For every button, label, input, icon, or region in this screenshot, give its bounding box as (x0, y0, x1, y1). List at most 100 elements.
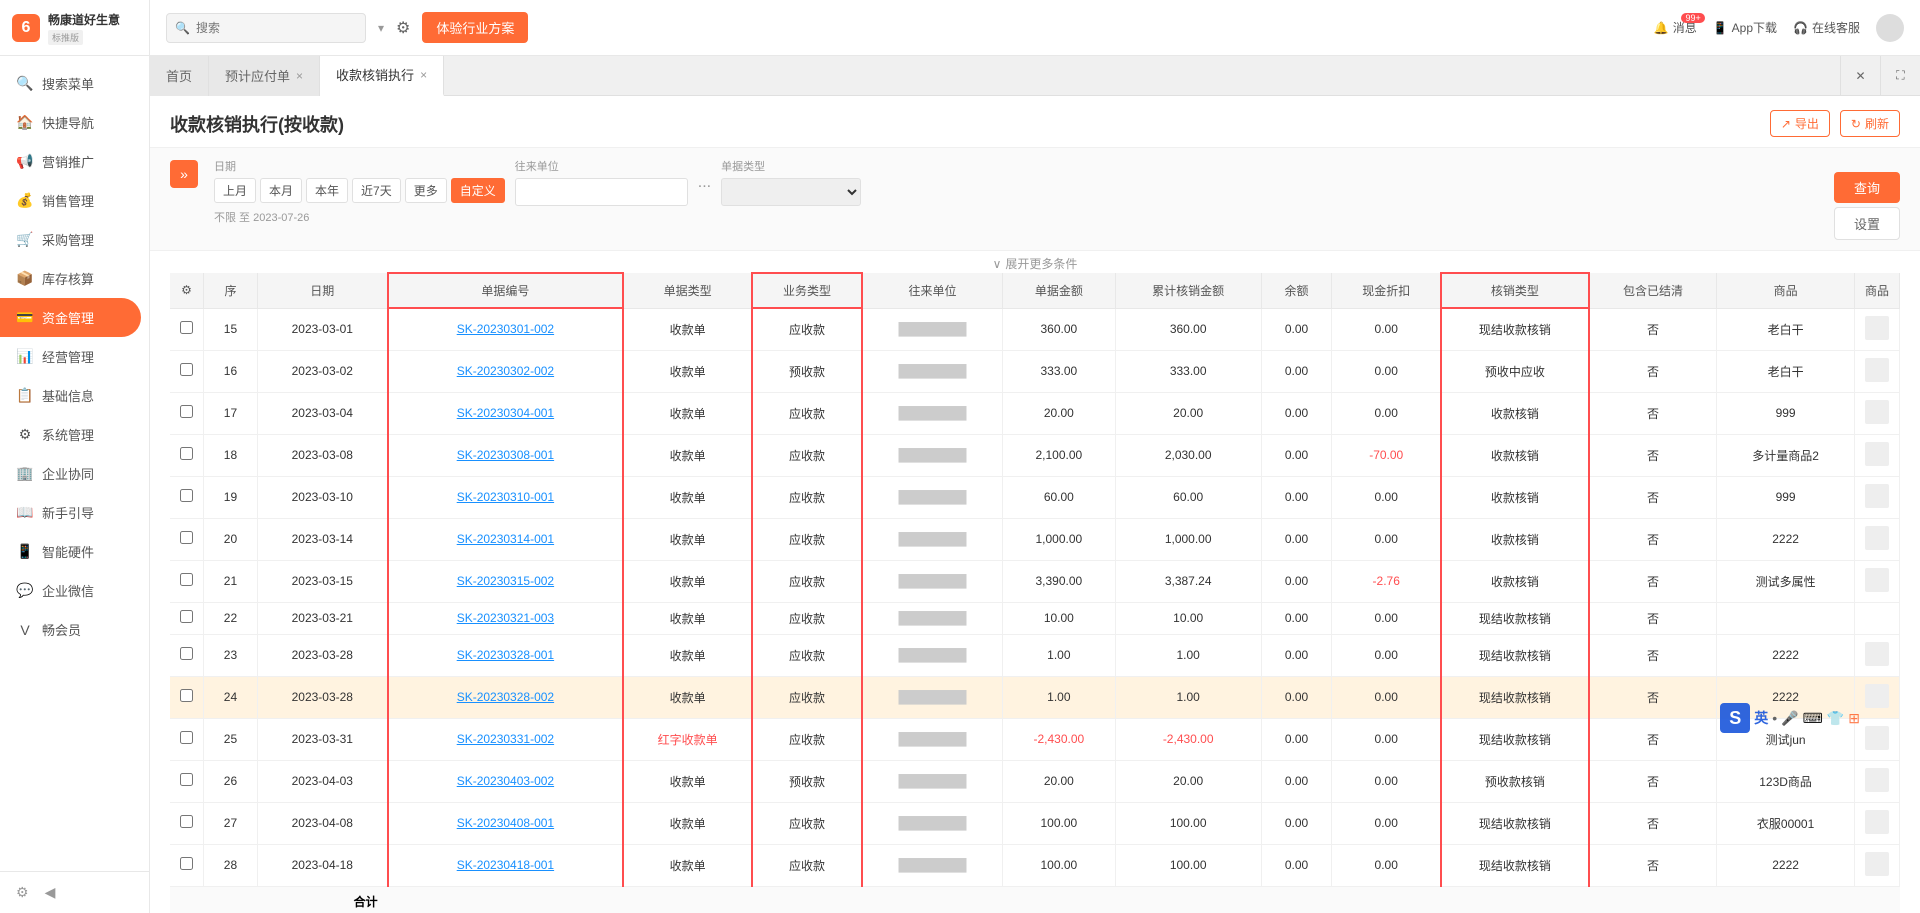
cell-gear[interactable] (170, 518, 204, 560)
search-icon: 🔍 (175, 21, 190, 35)
voucher-no-link[interactable]: SK-20230328-001 (457, 648, 554, 662)
cell-gear[interactable] (170, 802, 204, 844)
filter-custom-btn[interactable]: 自定义 (451, 178, 505, 203)
cell-gear[interactable] (170, 718, 204, 760)
megaphone-icon: 📢 (16, 153, 34, 171)
voucher-no-link[interactable]: SK-20230331-002 (457, 732, 554, 746)
sidebar-item-corp[interactable]: 🏢 企业协同 (0, 454, 149, 493)
cell-gear[interactable] (170, 308, 204, 350)
voucher-no-link[interactable]: SK-20230302-002 (457, 364, 554, 378)
industry-btn[interactable]: 体验行业方案 (422, 12, 528, 43)
sidebar-menu: 🔍 搜索菜单 🏠 快捷导航 📢 营销推广 💰 销售管理 🛒 采购管理 📦 库存核… (0, 56, 149, 871)
filter-toggle-button[interactable]: » (170, 160, 198, 188)
query-button[interactable]: 查询 (1834, 172, 1900, 203)
cell-cash-discount: -70.00 (1332, 434, 1441, 476)
settings-icon[interactable]: ⚙ (396, 18, 410, 38)
tab-close-receivable[interactable]: × (420, 68, 427, 82)
cell-gear[interactable] (170, 392, 204, 434)
sidebar-item-search[interactable]: 🔍 搜索菜单 (0, 64, 149, 103)
filter-this-month-btn[interactable]: 本月 (260, 178, 302, 203)
avatar[interactable] (1876, 14, 1904, 42)
filter-last-month-btn[interactable]: 上月 (214, 178, 256, 203)
col-date: 日期 (257, 273, 387, 308)
close-tab-btn[interactable]: ✕ (1840, 56, 1880, 96)
messages-btn[interactable]: 🔔 消息 99+ (1654, 19, 1697, 36)
cell-counterpart: ████████ (862, 802, 1003, 844)
cell-gear[interactable] (170, 602, 204, 634)
voucher-no-link[interactable]: SK-20230408-001 (457, 816, 554, 830)
cell-goods-img (1854, 760, 1899, 802)
col-gear[interactable]: ⚙ (170, 273, 204, 308)
tab-prepay[interactable]: 预计应付单 × (209, 56, 320, 96)
search-input[interactable] (196, 21, 357, 35)
chevron-down-icon[interactable]: ▾ (378, 21, 384, 35)
expand-filter-button[interactable]: ∨ 展开更多条件 (993, 255, 1078, 272)
voucher-no-link[interactable]: SK-20230418-001 (457, 858, 554, 872)
col-verify-type: 核销类型 (1441, 273, 1589, 308)
sidebar-item-operations[interactable]: 📊 经营管理 (0, 337, 149, 376)
app-download-btn[interactable]: 📱 App下载 (1713, 19, 1777, 36)
cell-amount: -2,430.00 (1003, 718, 1116, 760)
sidebar-item-purchase[interactable]: 🛒 采购管理 (0, 220, 149, 259)
footer-label: 合计 (170, 886, 388, 913)
filter-more-btn[interactable]: 更多 (405, 178, 447, 203)
cell-verify-type: 现结收款核销 (1441, 802, 1589, 844)
table-container[interactable]: ⚙ 序 日期 单据编号 单据类型 业务类型 往来单位 单据金额 累计核销金额 余… (150, 272, 1920, 913)
tab-receivable[interactable]: 收款核销执行 × (320, 56, 444, 96)
filter-voucher-type-select[interactable] (721, 178, 861, 206)
sidebar-item-basic[interactable]: 📋 基础信息 (0, 376, 149, 415)
sidebar-item-wechat[interactable]: 💬 企业微信 (0, 571, 149, 610)
tab-home[interactable]: 首页 (150, 56, 209, 96)
cell-verify-amount: 60.00 (1115, 476, 1261, 518)
cell-gear[interactable] (170, 434, 204, 476)
filter-counterpart-input[interactable] (515, 178, 688, 206)
cell-voucher-no: SK-20230331-002 (388, 718, 624, 760)
setting-button[interactable]: 设置 (1834, 207, 1900, 240)
voucher-no-link[interactable]: SK-20230314-001 (457, 532, 554, 546)
voucher-no-link[interactable]: SK-20230310-001 (457, 490, 554, 504)
filter-7days-btn[interactable]: 近7天 (352, 178, 401, 203)
cell-goods-img (1854, 634, 1899, 676)
sidebar-item-member[interactable]: V 畅会员 (0, 610, 149, 649)
sidebar-item-sales[interactable]: 💰 销售管理 (0, 181, 149, 220)
sidebar-item-system[interactable]: ⚙ 系统管理 (0, 415, 149, 454)
tab-close-prepay[interactable]: × (296, 69, 303, 83)
sidebar-item-finance[interactable]: 💳 资金管理 (0, 298, 141, 337)
cell-counterpart: ████████ (862, 392, 1003, 434)
sidebar-item-quicknav[interactable]: 🏠 快捷导航 (0, 103, 149, 142)
voucher-no-link[interactable]: SK-20230304-001 (457, 406, 554, 420)
topbar-search-box[interactable]: 🔍 (166, 13, 366, 43)
cell-voucher-type: 收款单 (623, 434, 752, 476)
collapse-icon[interactable]: ◀ (45, 884, 56, 901)
voucher-no-link[interactable]: SK-20230315-002 (457, 574, 554, 588)
service-btn[interactable]: 🎧 在线客服 (1793, 19, 1860, 36)
sidebar-item-marketing[interactable]: 📢 营销推广 (0, 142, 149, 181)
cell-date: 2023-04-08 (257, 802, 387, 844)
export-button[interactable]: ↗ 导出 (1770, 110, 1830, 137)
cell-gear[interactable] (170, 676, 204, 718)
voucher-no-link[interactable]: SK-20230321-003 (457, 611, 554, 625)
cell-gear[interactable] (170, 844, 204, 886)
filter-this-year-btn[interactable]: 本年 (306, 178, 348, 203)
voucher-no-link[interactable]: SK-20230328-002 (457, 690, 554, 704)
cell-voucher-type: 收款单 (623, 518, 752, 560)
cell-gear[interactable] (170, 476, 204, 518)
cell-cash-discount: 0.00 (1332, 392, 1441, 434)
table-row: 15 2023-03-01 SK-20230301-002 收款单 应收款 ██… (170, 308, 1900, 350)
cell-verify-type: 收款核销 (1441, 476, 1589, 518)
cell-gear[interactable] (170, 560, 204, 602)
sidebar-item-hardware[interactable]: 📱 智能硬件 (0, 532, 149, 571)
cell-gear[interactable] (170, 760, 204, 802)
refresh-button[interactable]: ↻ 刷新 (1840, 110, 1900, 137)
voucher-no-link[interactable]: SK-20230403-002 (457, 774, 554, 788)
cell-verify-type: 现结收款核销 (1441, 634, 1589, 676)
sidebar-item-guide[interactable]: 📖 新手引导 (0, 493, 149, 532)
maximize-btn[interactable]: ⛶ (1880, 56, 1920, 96)
voucher-no-link[interactable]: SK-20230301-002 (457, 322, 554, 336)
sidebar-item-inventory[interactable]: 📦 库存核算 (0, 259, 149, 298)
voucher-no-link[interactable]: SK-20230308-001 (457, 448, 554, 462)
cell-gear[interactable] (170, 350, 204, 392)
cell-gear[interactable] (170, 634, 204, 676)
cell-seq: 16 (204, 350, 258, 392)
settings-icon[interactable]: ⚙ (16, 884, 29, 901)
